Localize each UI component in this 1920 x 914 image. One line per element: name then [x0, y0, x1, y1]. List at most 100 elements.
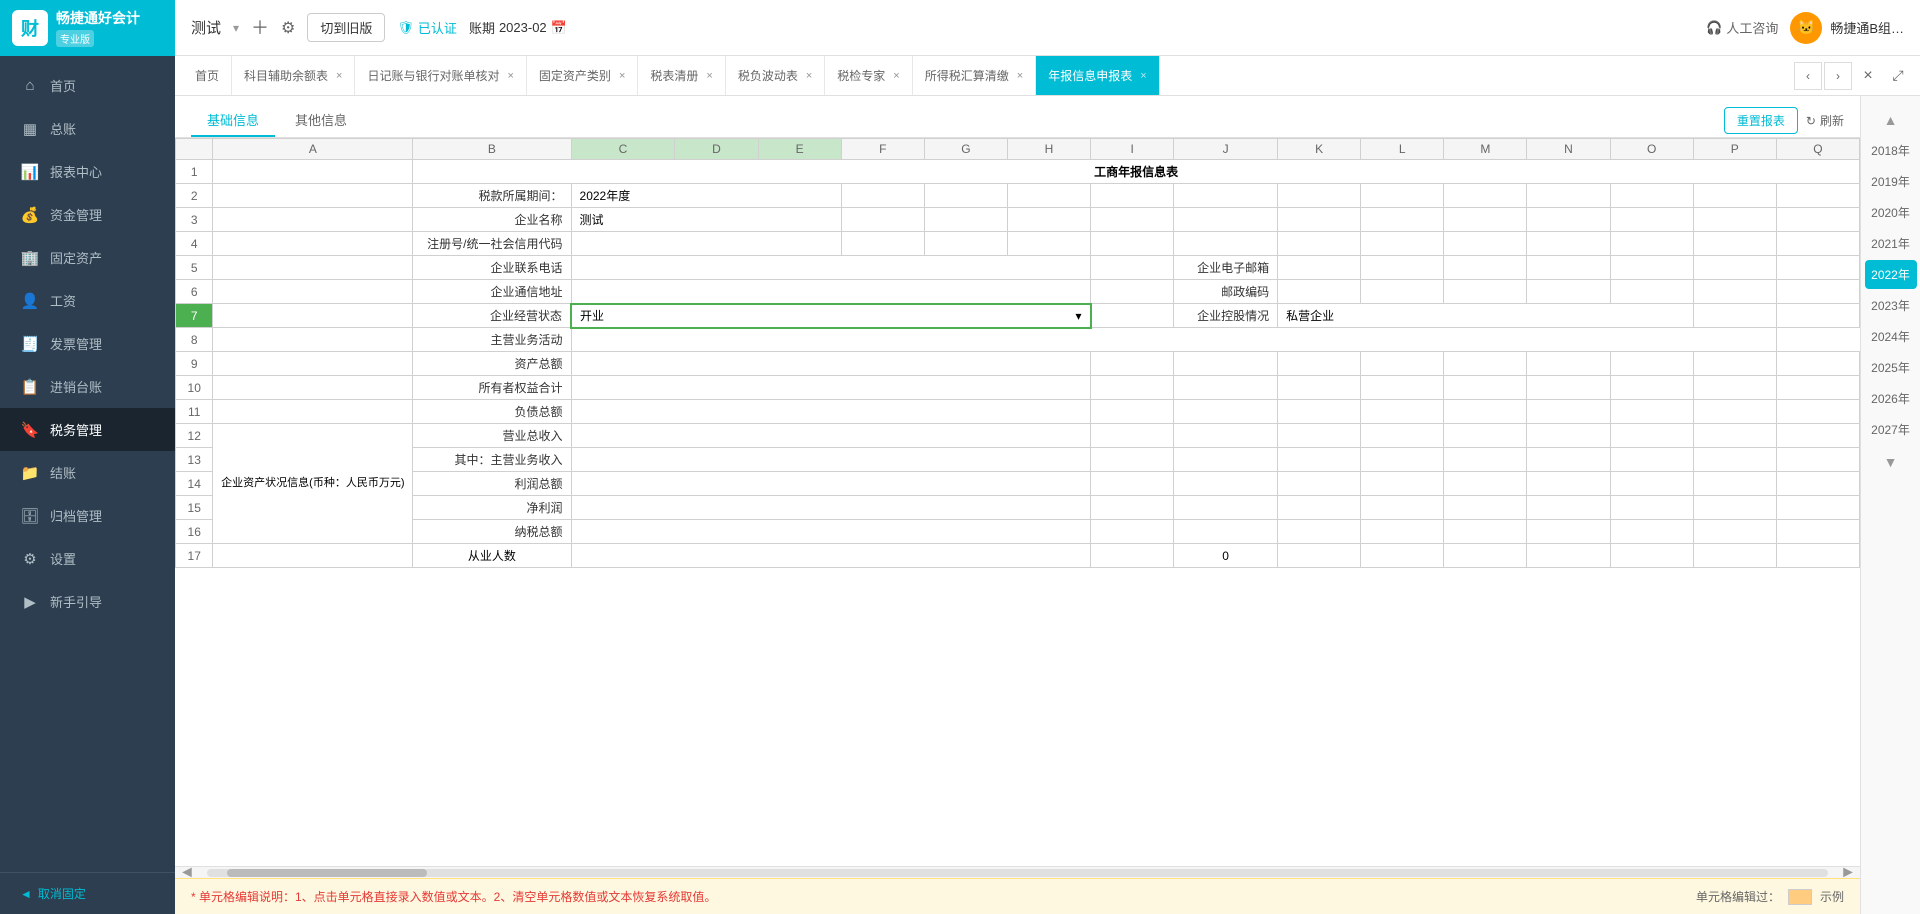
cell-9-C[interactable]	[571, 352, 1091, 376]
tab-income[interactable]: 所得税汇算清缴 ×	[913, 56, 1036, 96]
cell-10-P[interactable]	[1693, 376, 1776, 400]
cell-14-N[interactable]	[1527, 472, 1610, 496]
year-nav-down-btn[interactable]: ▼	[1871, 450, 1911, 474]
dropdown-icon[interactable]: ▾	[233, 21, 239, 35]
cell-11-J[interactable]	[1174, 400, 1278, 424]
cell-13-M[interactable]	[1444, 448, 1527, 472]
cell-12-O[interactable]	[1610, 424, 1693, 448]
cell-13-Q[interactable]	[1776, 448, 1859, 472]
cell-5-N[interactable]	[1527, 256, 1610, 280]
cell-11-C[interactable]	[571, 400, 1091, 424]
cell-13-N[interactable]	[1527, 448, 1610, 472]
cell-14-L[interactable]	[1361, 472, 1444, 496]
cell-15-L[interactable]	[1361, 496, 1444, 520]
cell-14-K[interactable]	[1278, 472, 1361, 496]
cell-16-I[interactable]	[1091, 520, 1174, 544]
tab-expand-btn[interactable]: ⤢	[1884, 62, 1912, 90]
cell-4-J[interactable]	[1174, 232, 1278, 256]
sidebar-item-report[interactable]: 📊报表中心	[0, 150, 175, 193]
tab-next-btn[interactable]: ›	[1824, 62, 1852, 90]
h-scrollbar-track[interactable]	[207, 869, 1828, 877]
cell-3-L[interactable]	[1361, 208, 1444, 232]
cell-12-K[interactable]	[1278, 424, 1361, 448]
cell-13-O[interactable]	[1610, 448, 1693, 472]
cell-17-C[interactable]	[571, 544, 1091, 568]
cell-5-C[interactable]	[571, 256, 1091, 280]
sidebar-item-home[interactable]: ⌂首页	[0, 64, 175, 107]
cell-2-O[interactable]	[1610, 184, 1693, 208]
cell-8-A[interactable]	[213, 328, 413, 352]
cell-9-A[interactable]	[213, 352, 413, 376]
sidebar-item-settings[interactable]: ⚙设置	[0, 537, 175, 580]
cell-2-Q[interactable]	[1776, 184, 1859, 208]
cell-16-M[interactable]	[1444, 520, 1527, 544]
service-btn[interactable]: 🎧 人工咨询	[1706, 18, 1778, 37]
settings-icon[interactable]: ⚙	[281, 18, 295, 38]
cell-7-I[interactable]	[1091, 304, 1174, 328]
tab-prev-btn[interactable]: ‹	[1794, 62, 1822, 90]
cell-9-L[interactable]	[1361, 352, 1444, 376]
tab-journal[interactable]: 日记账与银行对账单核对 ×	[355, 56, 526, 96]
cell-4-M[interactable]	[1444, 232, 1527, 256]
cell-13-P[interactable]	[1693, 448, 1776, 472]
sidebar-item-payroll[interactable]: 👤工资	[0, 279, 175, 322]
cell-9-M[interactable]	[1444, 352, 1527, 376]
year-2020[interactable]: 2020年	[1865, 198, 1917, 227]
cell-9-I[interactable]	[1091, 352, 1174, 376]
cell-2-N[interactable]	[1527, 184, 1610, 208]
sidebar-item-fund[interactable]: 💰资金管理	[0, 193, 175, 236]
switch-version-btn[interactable]: 切到旧版	[307, 13, 385, 42]
cell-14-I[interactable]	[1091, 472, 1174, 496]
cell-5-A[interactable]	[213, 256, 413, 280]
cell-2-P[interactable]	[1693, 184, 1776, 208]
cell-11-N[interactable]	[1527, 400, 1610, 424]
cell-3-M[interactable]	[1444, 208, 1527, 232]
cell-14-P[interactable]	[1693, 472, 1776, 496]
cell-12-Q[interactable]	[1776, 424, 1859, 448]
cell-6-A[interactable]	[213, 280, 413, 304]
cell-4-P[interactable]	[1693, 232, 1776, 256]
cell-10-K[interactable]	[1278, 376, 1361, 400]
cell-15-I[interactable]	[1091, 496, 1174, 520]
cell-11-L[interactable]	[1361, 400, 1444, 424]
cell-15-P[interactable]	[1693, 496, 1776, 520]
cell-3-P[interactable]	[1693, 208, 1776, 232]
tab-taxlist[interactable]: 税表清册 ×	[638, 56, 725, 96]
cell-3-G[interactable]	[924, 208, 1007, 232]
cell-10-I[interactable]	[1091, 376, 1174, 400]
cell-6-P[interactable]	[1693, 280, 1776, 304]
year-2021[interactable]: 2021年	[1865, 229, 1917, 258]
cell-4-A[interactable]	[213, 232, 413, 256]
cell-2-M[interactable]	[1444, 184, 1527, 208]
cell-17-I[interactable]	[1091, 544, 1174, 568]
cell-11-K[interactable]	[1278, 400, 1361, 424]
cell-4-O[interactable]	[1610, 232, 1693, 256]
cell-9-Q[interactable]	[1776, 352, 1859, 376]
cell-15-C[interactable]	[571, 496, 1091, 520]
cell-10-C[interactable]	[571, 376, 1091, 400]
cell-10-A[interactable]	[213, 376, 413, 400]
year-2027[interactable]: 2027年	[1865, 415, 1917, 444]
cell-4-K[interactable]	[1278, 232, 1361, 256]
year-2022[interactable]: 2022年	[1865, 260, 1917, 289]
spreadsheet[interactable]: A B C D E F G H I J K L	[175, 138, 1860, 866]
cell-14-Q[interactable]	[1776, 472, 1859, 496]
cell-12-P[interactable]	[1693, 424, 1776, 448]
cell-3-O[interactable]	[1610, 208, 1693, 232]
refresh-btn[interactable]: ↻ 刷新	[1806, 107, 1844, 134]
cell-12-M[interactable]	[1444, 424, 1527, 448]
cell-6-Q[interactable]	[1776, 280, 1859, 304]
cell-2-J[interactable]	[1174, 184, 1278, 208]
cell-12-C[interactable]	[571, 424, 1091, 448]
cell-4-C[interactable]	[571, 232, 841, 256]
cell-2-C[interactable]: 2022年度	[571, 184, 841, 208]
cell-11-O[interactable]	[1610, 400, 1693, 424]
cell-17-O[interactable]	[1610, 544, 1693, 568]
cell-2-G[interactable]	[924, 184, 1007, 208]
cell-17-A[interactable]	[213, 544, 413, 568]
cell-9-O[interactable]	[1610, 352, 1693, 376]
cell-6-C[interactable]	[571, 280, 1091, 304]
cell-17-P[interactable]	[1693, 544, 1776, 568]
cell-8-C[interactable]	[571, 328, 1776, 352]
cell-16-O[interactable]	[1610, 520, 1693, 544]
